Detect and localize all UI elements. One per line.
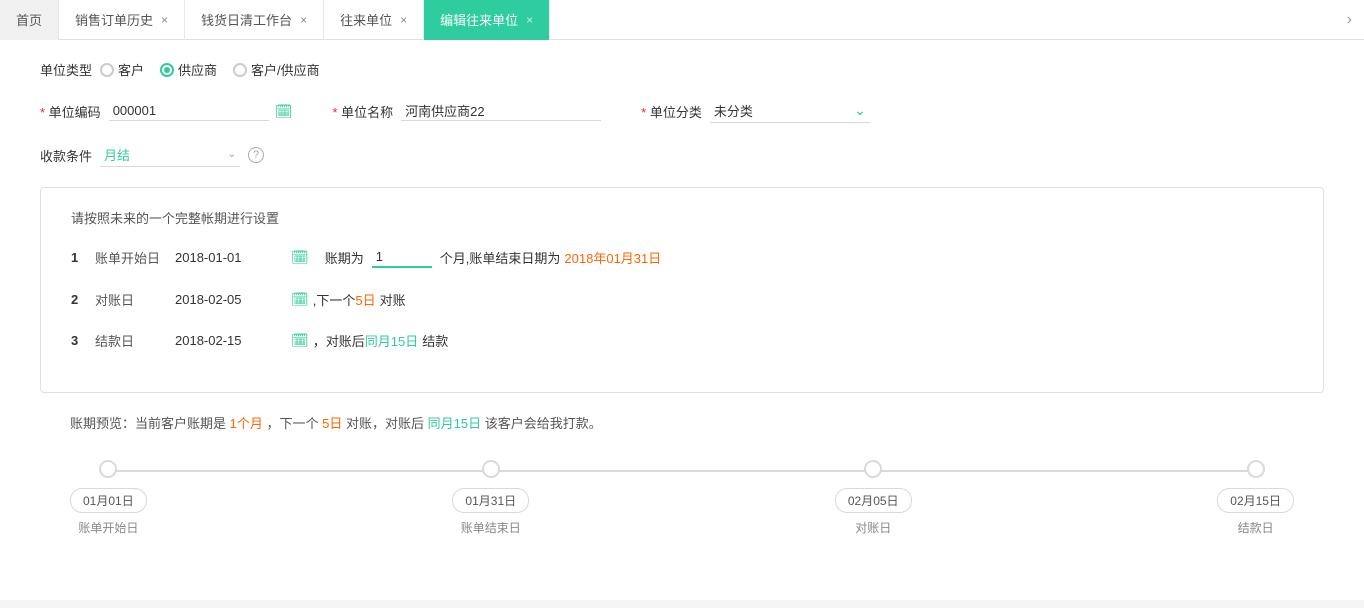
period-end-date: 2018年01月31日	[564, 248, 661, 267]
period-suffix: 个月,账单结束日期为	[440, 248, 561, 267]
unit-code-label: 单位编码	[40, 102, 101, 121]
timeline-label-3: 对账日	[855, 519, 891, 536]
period-desc-prefix-2: ,下一个	[313, 290, 356, 309]
preview-highlight3: 同月15日	[428, 416, 481, 431]
unit-type-row: 单位类型 客户 供应商 客户/供应商	[40, 60, 1324, 79]
unit-code-input[interactable]	[109, 101, 269, 121]
period-num-1: 1	[71, 250, 95, 265]
timeline-dot-2	[482, 460, 500, 478]
timeline-container: 01月01日 账单开始日 01月31日 账单结束日 02月05日 对账日	[40, 460, 1324, 576]
close-edit-partner[interactable]: ×	[526, 13, 533, 27]
unit-type-label: 单位类型	[40, 60, 92, 79]
radio-circle-both	[233, 63, 247, 77]
unit-name-label: 单位名称	[332, 102, 393, 121]
unit-type-item: 单位类型 客户 供应商 客户/供应商	[40, 60, 320, 79]
preview-suffix: 该客户会给我打款。	[485, 416, 602, 431]
unit-category-select[interactable]: 未分类 ⌄	[710, 99, 870, 123]
period-row-3: 3 结款日 2018-02-15 🗓 ，对账后 同月15日 结款	[71, 331, 1293, 350]
tab-expand-button[interactable]: ›	[1335, 11, 1364, 29]
period-desc-prefix-3: ，对账后	[313, 331, 365, 350]
timeline-badge-1: 01月01日	[70, 488, 147, 513]
timeline-badge-4: 02月15日	[1217, 488, 1294, 513]
period-cal-3[interactable]: 🗓	[291, 332, 309, 349]
timeline-item-3: 02月05日 对账日	[835, 460, 912, 536]
timeline-dot-3	[864, 460, 882, 478]
close-sales-history[interactable]: ×	[161, 13, 168, 27]
period-desc-highlight-3: 同月15日	[365, 331, 418, 350]
unit-info-row: 单位编码 🗓 单位名称 单位分类 未分类 ⌄	[40, 99, 1324, 123]
period-row-1: 1 账单开始日 2018-01-01 🗓 账期为 个月,账单结束日期为 2018…	[71, 247, 1293, 268]
tab-bar: 首页 销售订单历史 × 钱货日清工作台 × 往来单位 × 编辑往来单位 × ›	[0, 0, 1364, 40]
period-period-label: 账期为	[325, 248, 364, 267]
timeline-item-2: 01月31日 账单结束日	[452, 460, 529, 536]
period-date-2: 2018-02-05	[175, 292, 285, 307]
timeline-dot-4	[1247, 460, 1265, 478]
close-partner[interactable]: ×	[400, 13, 407, 27]
timeline-label-2: 账单结束日	[461, 519, 521, 536]
period-desc-suffix-2: 对账	[380, 290, 406, 309]
timeline-badge-3: 02月05日	[835, 488, 912, 513]
period-num-2: 2	[71, 292, 95, 307]
radio-circle-customer	[100, 63, 114, 77]
period-box: 请按照未来的一个完整帐期进行设置 1 账单开始日 2018-01-01 🗓 账期…	[40, 187, 1324, 393]
preview-mid1: ，下一个	[267, 416, 319, 431]
preview-prefix: 账期预览：当前客户账期是	[70, 416, 226, 431]
period-value-input[interactable]	[372, 247, 432, 268]
period-date-3: 2018-02-15	[175, 333, 285, 348]
period-desc-highlight-2: 5日	[355, 290, 375, 309]
period-label-2: 对账日	[95, 290, 175, 309]
tab-sales-history[interactable]: 销售订单历史 ×	[59, 0, 185, 40]
unit-code-icon[interactable]: 🗓	[275, 103, 293, 120]
preview-highlight1: 1个月	[230, 416, 263, 431]
unit-category-label: 单位分类	[641, 102, 702, 121]
payment-row: 收款条件 月结 ⌄ ?	[40, 143, 1324, 167]
unit-category-item: 单位分类 未分类 ⌄	[641, 99, 870, 123]
payment-help-icon[interactable]: ?	[248, 147, 264, 163]
tab-home[interactable]: 首页	[0, 0, 59, 40]
payment-value: 月结	[104, 145, 224, 164]
timeline-label-4: 结款日	[1238, 519, 1274, 536]
radio-both[interactable]: 客户/供应商	[233, 60, 320, 79]
timeline-badge-2: 01月31日	[452, 488, 529, 513]
unit-category-value: 未分类	[714, 101, 848, 120]
timeline-items: 01月01日 账单开始日 01月31日 账单结束日 02月05日 对账日	[70, 460, 1294, 536]
period-desc-suffix-3: 结款	[422, 331, 448, 350]
period-num-3: 3	[71, 333, 95, 348]
radio-customer[interactable]: 客户	[100, 60, 144, 79]
period-cal-2[interactable]: 🗓	[291, 291, 309, 308]
preview-highlight2: 5日	[322, 416, 342, 431]
timeline-item-1: 01月01日 账单开始日	[70, 460, 147, 536]
tab-edit-partner[interactable]: 编辑往来单位 ×	[424, 0, 550, 40]
unit-category-arrow-icon: ⌄	[854, 102, 866, 119]
period-hint: 请按照未来的一个完整帐期进行设置	[71, 208, 1293, 227]
payment-dropdown[interactable]: 月结 ⌄	[100, 143, 240, 167]
period-label-3: 结款日	[95, 331, 175, 350]
radio-circle-supplier	[160, 63, 174, 77]
payment-arrow-icon: ⌄	[228, 149, 236, 160]
main-content: 单位类型 客户 供应商 客户/供应商 单位编码 🗓	[0, 40, 1364, 600]
period-label-1: 账单开始日	[95, 248, 175, 267]
radio-supplier[interactable]: 供应商	[160, 60, 217, 79]
timeline-item-4: 02月15日 结款日	[1217, 460, 1294, 536]
close-cash-work[interactable]: ×	[300, 13, 307, 27]
period-cal-1[interactable]: 🗓	[291, 249, 309, 266]
payment-item: 收款条件 月结 ⌄ ?	[40, 143, 264, 167]
unit-code-item: 单位编码 🗓	[40, 101, 292, 121]
period-date-1: 2018-01-01	[175, 250, 285, 265]
unit-name-input[interactable]	[401, 101, 601, 121]
preview-mid2: 对账，对账后	[346, 416, 424, 431]
tab-cash-work[interactable]: 钱货日清工作台 ×	[185, 0, 324, 40]
timeline-dot-1	[99, 460, 117, 478]
radio-group: 客户 供应商 客户/供应商	[100, 60, 320, 79]
timeline-label-1: 账单开始日	[78, 519, 138, 536]
unit-name-item: 单位名称	[332, 101, 601, 121]
period-row-2: 2 对账日 2018-02-05 🗓 ,下一个 5日 对账	[71, 290, 1293, 309]
account-preview: 账期预览：当前客户账期是 1个月 ，下一个 5日 对账，对账后 同月15日 该客…	[40, 413, 1324, 432]
tab-partner[interactable]: 往来单位 ×	[324, 0, 424, 40]
payment-label: 收款条件	[40, 146, 92, 165]
